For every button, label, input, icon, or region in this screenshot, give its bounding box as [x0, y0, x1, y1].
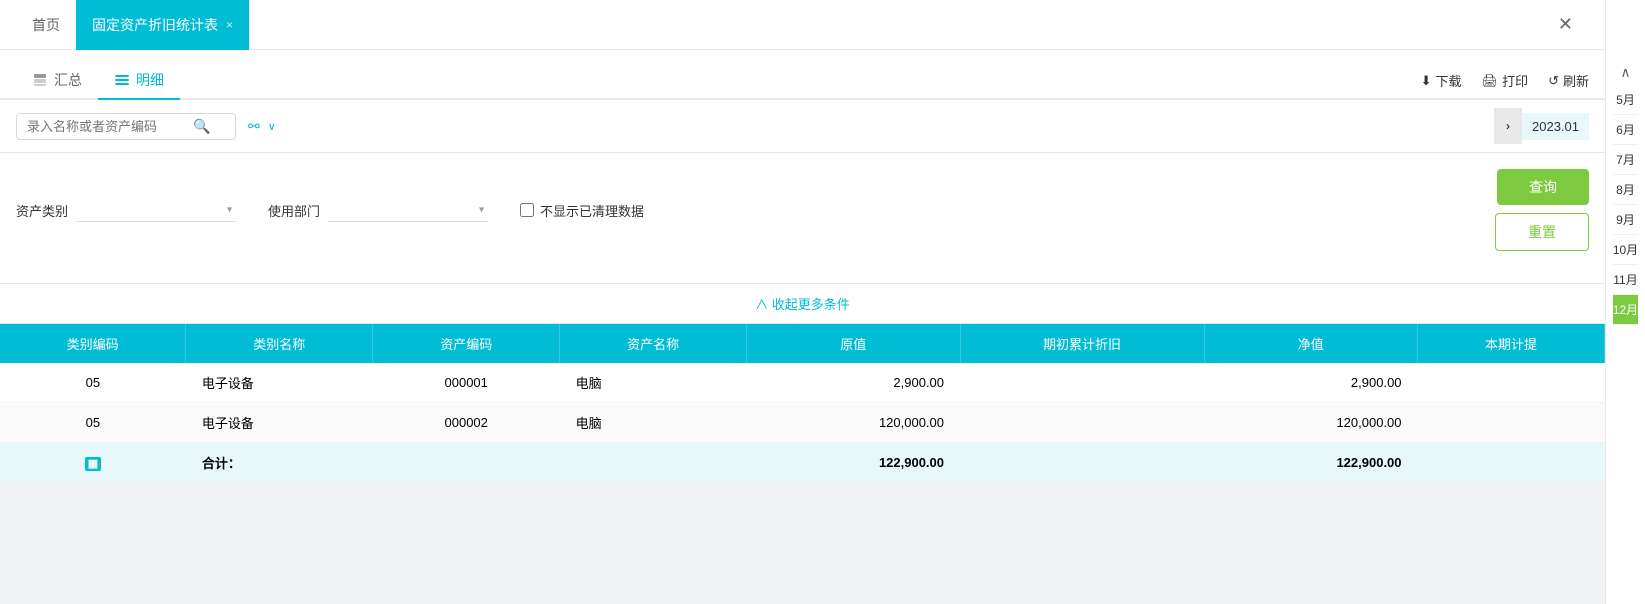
cell-code: 05 — [0, 403, 186, 443]
sidebar-month-item[interactable]: 7月 — [1613, 145, 1638, 175]
cell-original: 120,000.00 — [747, 403, 960, 443]
print-label: 打印 — [1502, 71, 1528, 90]
col-category-name: 类别名称 — [186, 324, 373, 363]
cell-asset-code: 000001 — [373, 363, 560, 403]
adv-filter-row: 资产类别 使用部门 不显示已清理数据 — [16, 169, 1589, 251]
table-row: 05 电子设备 000001 电脑 2,900.00 2,900.00 — [0, 363, 1605, 403]
summary-icon: ▦ — [85, 457, 101, 471]
chevron-down-icon: ∨ — [268, 120, 276, 133]
department-field: 使用部门 — [268, 198, 488, 222]
active-tab[interactable]: 固定资产折旧统计表 × — [76, 0, 249, 50]
asset-type-select[interactable] — [76, 198, 236, 222]
search-input[interactable] — [27, 119, 187, 134]
filter-actions: 查询 重置 — [1495, 169, 1589, 251]
filter-bar: 🔍 ⚯ ∨ › 2023.01 — [0, 100, 1605, 153]
sidebar-month-item[interactable]: 5月 — [1613, 85, 1638, 115]
department-label: 使用部门 — [268, 201, 320, 220]
more-filter-btn[interactable]: ⚯ ∨ — [248, 118, 276, 135]
window-close-btn[interactable]: ✕ — [1542, 14, 1589, 35]
col-period-depr: 本期计提 — [1418, 324, 1605, 363]
cell-asset-name: 电脑 — [560, 363, 747, 403]
month-list: 5月6月7月8月9月10月11月12月 — [1613, 85, 1638, 325]
sidebar-month-item[interactable]: 6月 — [1613, 115, 1638, 145]
col-asset-name: 资产名称 — [560, 324, 747, 363]
no-cleared-checkbox-label[interactable]: 不显示已清理数据 — [520, 201, 644, 220]
tab-label: 固定资产折旧统计表 — [92, 15, 218, 35]
col-category-code: 类别编码 — [0, 324, 186, 363]
date-display: 2023.01 — [1522, 113, 1589, 140]
asset-type-field: 资产类别 — [16, 198, 236, 222]
department-select-wrapper[interactable] — [328, 198, 488, 222]
detail-tab-label: 明细 — [136, 70, 164, 90]
sidebar-month-item[interactable]: 8月 — [1613, 175, 1638, 205]
asset-type-label: 资产类别 — [16, 201, 68, 220]
summary-original: 122,900.00 — [747, 443, 960, 483]
refresh-icon: ↺ — [1548, 73, 1559, 89]
cell-net-value: 120,000.00 — [1204, 403, 1417, 443]
top-nav: 首页 固定资产折旧统计表 × ✕ — [0, 0, 1605, 50]
advanced-filter-panel: 资产类别 使用部门 不显示已清理数据 — [0, 153, 1605, 284]
scroll-up-arrow[interactable]: ∧ — [1606, 60, 1645, 85]
cell-asset-name: 电脑 — [560, 403, 747, 443]
download-icon: ⬇ — [1421, 73, 1432, 89]
summary-row: ▦ 合计： 122,900.00 122,900.00 — [0, 443, 1605, 483]
download-label: 下载 — [1436, 71, 1462, 90]
sidebar-month-item[interactable]: 11月 — [1613, 265, 1638, 295]
download-btn[interactable]: ⬇ 下载 — [1421, 71, 1462, 90]
summary-label-cell: 合计： — [186, 443, 747, 483]
col-original: 原值 — [747, 324, 960, 363]
sidebar-month-item[interactable]: 12月 — [1613, 295, 1638, 325]
tab-summary[interactable]: 汇总 — [16, 70, 98, 100]
sidebar-month-item[interactable]: 9月 — [1613, 205, 1638, 235]
print-btn[interactable]: 🖨 打印 — [1482, 71, 1529, 90]
right-sidebar: ∧ 5月6月7月8月9月10月11月12月 — [1605, 0, 1645, 604]
cell-code: 05 — [0, 363, 186, 403]
cell-accum-depr — [960, 363, 1204, 403]
table-row: 05 电子设备 000002 电脑 120,000.00 120,000.00 — [0, 403, 1605, 443]
reset-btn[interactable]: 重置 — [1495, 213, 1589, 251]
refresh-btn[interactable]: ↺ 刷新 — [1548, 71, 1589, 90]
asset-type-select-wrapper[interactable] — [76, 198, 236, 222]
cell-net-value: 2,900.00 — [1204, 363, 1417, 403]
col-net-value: 净值 — [1204, 324, 1417, 363]
summary-period-depr — [1418, 443, 1605, 483]
col-accum-depr: 期初累计折旧 — [960, 324, 1204, 363]
sidebar-month-item[interactable]: 10月 — [1613, 235, 1638, 265]
filter-icon: ⚯ — [248, 118, 260, 135]
table-header-row: 类别编码 类别名称 资产编码 资产名称 原值 期初累计折旧 净值 本期计提 — [0, 324, 1605, 363]
col-asset-code: 资产编码 — [373, 324, 560, 363]
toolbar-right: ⬇ 下载 🖨 打印 ↺ 刷新 — [1421, 71, 1589, 98]
layers-icon — [32, 72, 48, 88]
collapse-label: ∧ 收起更多条件 — [755, 297, 850, 312]
summary-icon-cell: ▦ — [0, 443, 186, 483]
summary-net-value: 122,900.00 — [1204, 443, 1417, 483]
search-icon: 🔍 — [193, 118, 210, 135]
sub-tabs-bar: 汇总 明细 ⬇ 下载 🖨 打印 ↺ 刷新 — [0, 50, 1605, 100]
home-nav[interactable]: 首页 — [16, 0, 76, 50]
tab-close-btn[interactable]: × — [226, 18, 233, 32]
data-table: 类别编码 类别名称 资产编码 资产名称 原值 期初累计折旧 净值 本期计提 05… — [0, 324, 1605, 483]
department-select[interactable] — [328, 198, 488, 222]
collapse-bar[interactable]: ∧ 收起更多条件 — [0, 284, 1605, 324]
cell-category: 电子设备 — [186, 403, 373, 443]
tab-detail[interactable]: 明细 — [98, 70, 180, 100]
cell-period-depr — [1418, 403, 1605, 443]
print-icon: 🖨 — [1482, 73, 1499, 89]
refresh-label: 刷新 — [1563, 71, 1589, 90]
query-btn[interactable]: 查询 — [1497, 169, 1589, 205]
no-cleared-label: 不显示已清理数据 — [540, 201, 644, 220]
summary-tab-label: 汇总 — [54, 70, 82, 90]
table-container: 类别编码 类别名称 资产编码 资产名称 原值 期初累计折旧 净值 本期计提 05… — [0, 324, 1605, 604]
date-nav: › 2023.01 — [1494, 108, 1589, 144]
date-nav-arrow[interactable]: › — [1494, 108, 1522, 144]
cell-category: 电子设备 — [186, 363, 373, 403]
cell-accum-depr — [960, 403, 1204, 443]
search-container[interactable]: 🔍 — [16, 113, 236, 140]
cell-period-depr — [1418, 363, 1605, 403]
summary-accum-depr — [960, 443, 1204, 483]
list-icon — [114, 72, 130, 88]
no-cleared-checkbox[interactable] — [520, 203, 534, 217]
cell-original: 2,900.00 — [747, 363, 960, 403]
cell-asset-code: 000002 — [373, 403, 560, 443]
